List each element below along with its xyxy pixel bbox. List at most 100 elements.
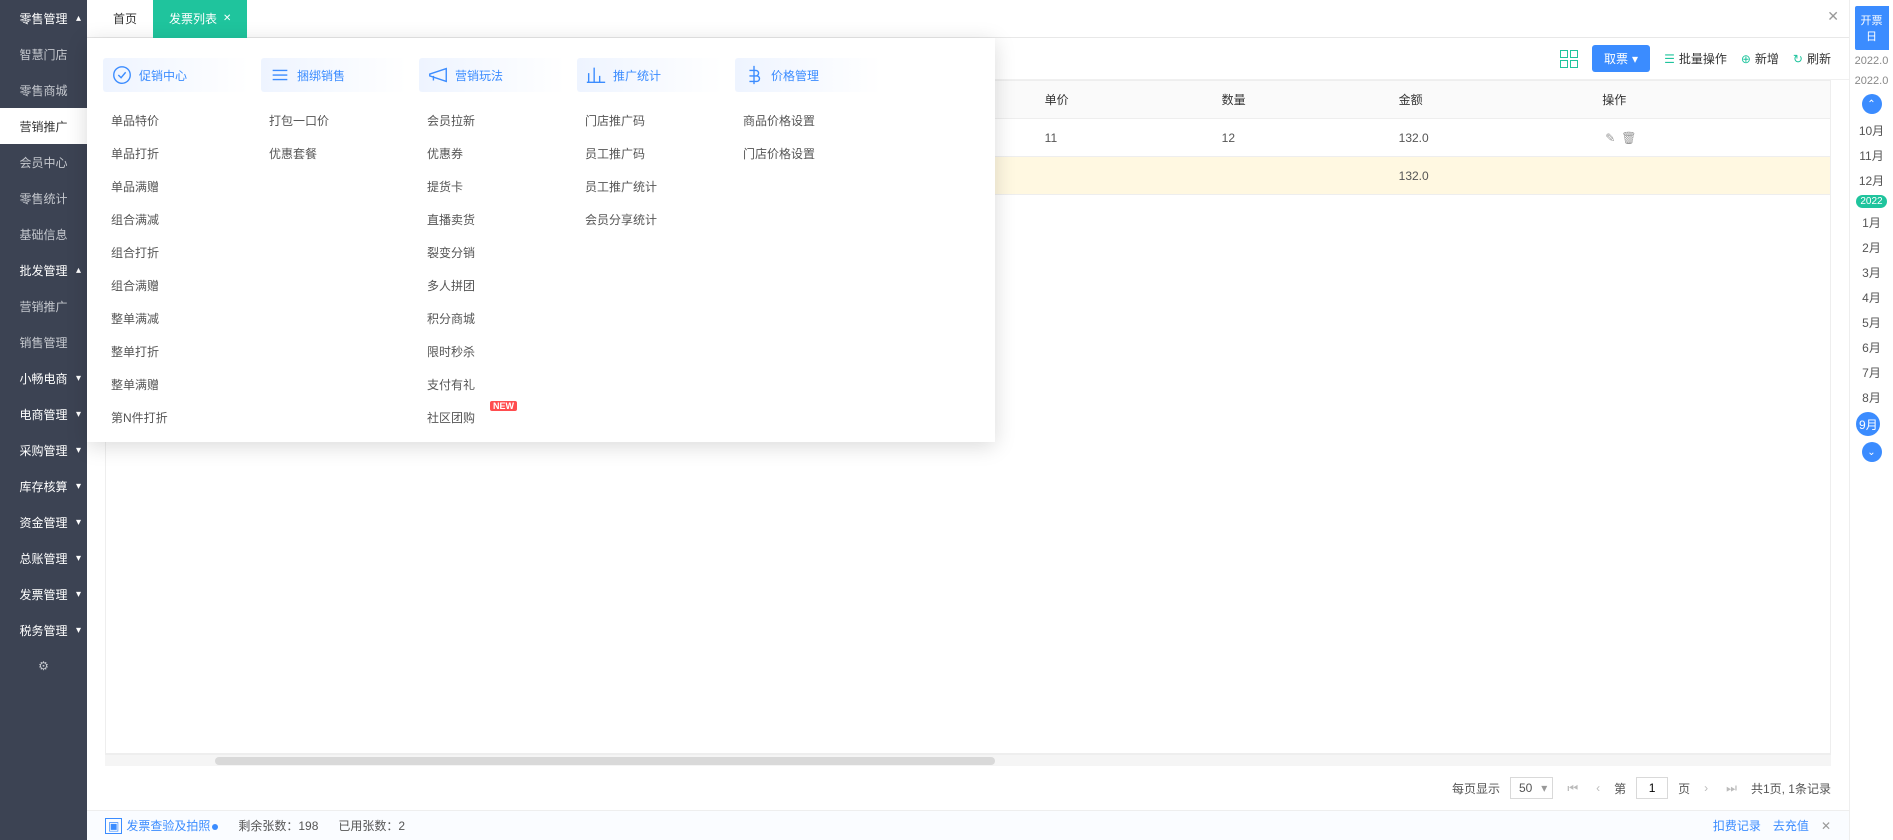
per-page-label: 每页显示 xyxy=(1452,780,1500,797)
mega-item[interactable]: 单品满赠 xyxy=(103,170,249,203)
sidebar-item-stats[interactable]: 零售统计 xyxy=(0,180,87,216)
sidebar-group-retail[interactable]: 零售管理▴ xyxy=(0,0,87,36)
invoice-date-button[interactable]: 开票日 xyxy=(1855,6,1889,50)
sidebar-item-purchase[interactable]: 采购管理▾ xyxy=(0,432,87,468)
sidebar-item-xc-ecom[interactable]: 小畅电商▾ xyxy=(0,360,87,396)
scrollbar-thumb[interactable] xyxy=(215,757,995,765)
rail-month[interactable]: 6月 xyxy=(1856,335,1886,360)
mega-item[interactable]: 社区团购NEW xyxy=(419,401,565,434)
horizontal-scrollbar[interactable] xyxy=(105,754,1831,766)
chevron-up-icon: ▴ xyxy=(76,13,81,24)
sidebar-item-funds[interactable]: 资金管理▾ xyxy=(0,504,87,540)
rail-month[interactable]: 4月 xyxy=(1856,285,1886,310)
rail-month[interactable]: 1月 xyxy=(1856,210,1886,235)
sidebar-item-member[interactable]: 会员中心 xyxy=(0,144,87,180)
mega-item[interactable]: 单品特价 xyxy=(103,104,249,137)
mega-item[interactable]: 直播卖货 xyxy=(419,203,565,236)
batch-ops-button[interactable]: ☰批量操作 xyxy=(1664,50,1727,67)
sum-amount: 132.0 xyxy=(1391,157,1595,195)
mega-item[interactable]: 整单满赠 xyxy=(103,368,249,401)
rail-date-1[interactable]: 2022.0 xyxy=(1855,52,1889,70)
mega-item[interactable]: 整单打折 xyxy=(103,335,249,368)
close-icon[interactable]: ✕ xyxy=(223,13,231,24)
first-page-button[interactable]: ⏮ xyxy=(1563,781,1582,796)
mega-item[interactable]: 组合打折 xyxy=(103,236,249,269)
mega-item[interactable]: 员工推广码 xyxy=(577,137,723,170)
tab-home[interactable]: 首页 xyxy=(97,0,153,38)
verify-link[interactable]: ▣发票查验及拍照 xyxy=(105,817,218,834)
rail-month[interactable]: 12月 xyxy=(1856,168,1886,193)
sidebar-item-basic[interactable]: 基础信息 xyxy=(0,216,87,252)
page-size-select[interactable]: 50 xyxy=(1510,777,1553,799)
qr-icon[interactable] xyxy=(1560,50,1578,68)
mega-item[interactable]: 提货卡 xyxy=(419,170,565,203)
gear-icon[interactable]: ⚙ xyxy=(0,648,87,684)
sidebar-item-retailmall[interactable]: 零售商城 xyxy=(0,72,87,108)
close-all-tabs-icon[interactable]: ✕ xyxy=(1827,8,1839,25)
mega-item[interactable]: 商品价格设置 xyxy=(735,104,881,137)
mega-item[interactable]: 多人拼团 xyxy=(419,269,565,302)
rail-month[interactable]: 11月 xyxy=(1856,143,1886,168)
chevron-down-icon: ▾ xyxy=(1632,52,1638,66)
page-input[interactable] xyxy=(1636,777,1668,799)
mega-header-promotion: 促销中心 xyxy=(103,58,249,92)
rail-month[interactable]: 3月 xyxy=(1856,260,1886,285)
mega-item[interactable]: 组合满减 xyxy=(103,203,249,236)
chevron-down-icon: ▾ xyxy=(76,445,81,456)
chevron-down-icon: ▾ xyxy=(76,625,81,636)
sidebar-group-wholesale[interactable]: 批发管理▴ xyxy=(0,252,87,288)
sidebar-item-marketing[interactable]: 营销推广 xyxy=(0,108,87,144)
edit-icon[interactable]: ✎ xyxy=(1605,131,1615,145)
col-header: 单价 xyxy=(1037,81,1214,119)
mega-item[interactable]: 门店推广码 xyxy=(577,104,723,137)
mega-item[interactable]: 打包一口价 xyxy=(261,104,407,137)
rail-month[interactable]: 2月 xyxy=(1856,235,1886,260)
add-button[interactable]: ⊕新增 xyxy=(1741,50,1779,67)
rail-month[interactable]: 8月 xyxy=(1856,385,1886,410)
rail-date-2[interactable]: 2022.0 xyxy=(1855,72,1889,90)
fetch-invoice-button[interactable]: 取票▾ xyxy=(1592,45,1650,72)
mega-item[interactable]: 组合满赠 xyxy=(103,269,249,302)
sidebar-item-smartstore[interactable]: 智慧门店 xyxy=(0,36,87,72)
mega-item[interactable]: 会员分享统计 xyxy=(577,203,723,236)
cell-amount: 132.0 xyxy=(1391,119,1595,157)
mega-item[interactable]: 员工推广统计 xyxy=(577,170,723,203)
mega-item[interactable]: 优惠券 xyxy=(419,137,565,170)
sidebar-item-inventory[interactable]: 库存核算▾ xyxy=(0,468,87,504)
mega-item[interactable]: 会员拉新 xyxy=(419,104,565,137)
rail-down-icon[interactable]: ⌄ xyxy=(1862,442,1882,462)
mega-item[interactable]: 整单满减 xyxy=(103,302,249,335)
mega-item[interactable]: 裂变分销 xyxy=(419,236,565,269)
mega-menu: 促销中心单品特价单品打折单品满赠组合满减组合打折组合满赠整单满减整单打折整单满赠… xyxy=(87,38,995,442)
deduct-record-link[interactable]: 扣费记录 xyxy=(1713,817,1761,834)
prev-page-button[interactable]: ‹ xyxy=(1592,781,1604,795)
footer-bar: ▣发票查验及拍照 剩余张数：198 已用张数：2 扣费记录 去充值 ✕ xyxy=(87,810,1849,840)
sidebar-item-ws-sales[interactable]: 销售管理 xyxy=(0,324,87,360)
tab-invoice-list[interactable]: 发票列表✕ xyxy=(153,0,247,38)
mega-item[interactable]: 积分商城 xyxy=(419,302,565,335)
rail-month[interactable]: 5月 xyxy=(1856,310,1886,335)
sidebar-item-ws-marketing[interactable]: 营销推广 xyxy=(0,288,87,324)
rail-month[interactable]: 7月 xyxy=(1856,360,1886,385)
rail-month[interactable]: 9月 xyxy=(1856,412,1880,436)
next-page-button[interactable]: › xyxy=(1700,781,1712,795)
mega-item[interactable]: 门店价格设置 xyxy=(735,137,881,170)
cell-qty: 12 xyxy=(1214,119,1391,157)
delete-icon[interactable]: 🗑 xyxy=(1621,131,1636,145)
sidebar-item-ledger[interactable]: 总账管理▾ xyxy=(0,540,87,576)
last-page-button[interactable]: ⏭ xyxy=(1722,781,1741,796)
rail-month[interactable]: 10月 xyxy=(1856,118,1886,143)
rail-up-icon[interactable]: ⌃ xyxy=(1862,94,1882,114)
sidebar-item-invoice[interactable]: 发票管理▾ xyxy=(0,576,87,612)
refresh-button[interactable]: ↻刷新 xyxy=(1793,50,1831,67)
mega-item[interactable]: 优惠套餐 xyxy=(261,137,407,170)
mega-item[interactable]: 限时秒杀 xyxy=(419,335,565,368)
sidebar-item-ecom[interactable]: 电商管理▾ xyxy=(0,396,87,432)
mega-item[interactable]: 支付有礼 xyxy=(419,368,565,401)
mega-item[interactable]: 单品打折 xyxy=(103,137,249,170)
mega-item[interactable]: 第N件打折 xyxy=(103,401,249,434)
sidebar-item-tax[interactable]: 税务管理▾ xyxy=(0,612,87,648)
chevron-down-icon: ▾ xyxy=(76,517,81,528)
footer-close-icon[interactable]: ✕ xyxy=(1821,819,1831,833)
recharge-link[interactable]: 去充值 xyxy=(1773,817,1809,834)
